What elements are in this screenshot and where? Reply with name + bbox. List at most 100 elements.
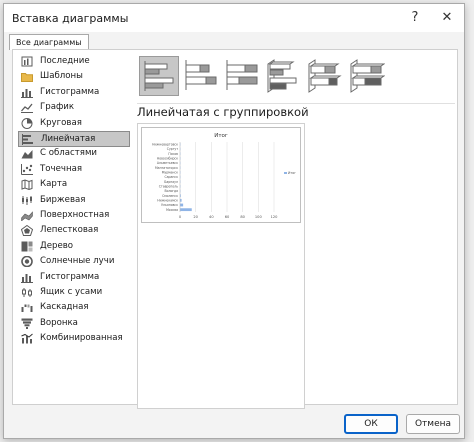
chart-xtick-label: 0 — [179, 215, 182, 219]
sidebar-item-label: Карта — [40, 179, 68, 190]
recent-icon — [21, 56, 33, 67]
sidebar-item-recent[interactable]: Последние — [18, 54, 130, 70]
subtype-3d-clustered-bar[interactable] — [264, 56, 304, 96]
chart-title: Итог — [214, 133, 228, 139]
sidebar-item-scatter-chart[interactable]: Точечная — [18, 162, 130, 178]
chart-category-label: Магнитогорск — [155, 166, 178, 170]
subtype-3d-stacked-bar[interactable] — [305, 56, 345, 96]
chart-category-label: Смоленск — [162, 194, 178, 198]
bar-chart-icon — [22, 134, 33, 145]
sidebar-item-treemap-chart[interactable]: Дерево — [18, 239, 130, 255]
stock-chart-icon — [22, 195, 32, 205]
sidebar-item-label: Поверхностная — [40, 210, 110, 220]
3d-stacked-bar-icon — [308, 59, 342, 93]
chart-category-label: Сургут — [167, 147, 178, 151]
surface-chart-icon — [21, 211, 33, 221]
chart-xtick-label: 60 — [225, 215, 230, 219]
map-chart-icon — [21, 179, 33, 191]
sidebar-item-label: Гистограмма — [40, 271, 100, 282]
sidebar-item-area-chart[interactable]: С областями — [18, 146, 130, 162]
area-chart-icon — [21, 150, 33, 159]
cancel-button[interactable]: Отмена — [406, 414, 460, 434]
subtype-100-stacked-bar[interactable] — [222, 56, 262, 96]
chart-legend-swatch — [284, 172, 287, 174]
sidebar-item-label: Воронка — [40, 317, 78, 328]
insert-chart-dialog: Вставка диаграммы ? ✕ Все диаграммы Посл… — [3, 3, 465, 439]
3d-clustered-bar-icon — [267, 59, 296, 93]
clustered-bar-icon — [144, 61, 174, 91]
sidebar-item-histogram-chart[interactable]: Гистограмма — [18, 270, 130, 286]
sidebar-item-stock-chart[interactable]: Биржевая — [18, 193, 130, 209]
chart-category-label: Нижневартовск — [152, 143, 178, 147]
chart-subtype-panel: Линейчатая с группировкой Итог 0 20 40 60 80 1… — [137, 54, 455, 409]
chart-category-label: Барнаул — [164, 180, 178, 184]
sidebar-item-label: Шаблоны — [40, 71, 83, 82]
dialog-title: Вставка диаграммы — [12, 12, 129, 25]
sidebar-item-label: Круговая — [40, 117, 82, 128]
sidebar-item-pie-chart[interactable]: Круговая — [18, 116, 130, 132]
sidebar-item-funnel-chart[interactable]: Воронка — [18, 316, 130, 332]
3d-100-stacked-bar-icon — [350, 59, 386, 93]
chart-preview-area: Итог 0 20 40 60 80 100 120 Нижневартовск Сургут Пс… — [137, 123, 305, 409]
chart-category-label: Псков — [168, 152, 178, 156]
sidebar-item-bar-chart[interactable]: Линейчатая — [18, 131, 130, 147]
subtype-stacked-bar[interactable] — [181, 56, 221, 96]
funnel-chart-icon — [21, 318, 33, 329]
subtype-clustered-bar[interactable] — [139, 56, 179, 96]
sidebar-item-sunburst-chart[interactable]: Солнечные лучи — [18, 254, 130, 270]
chart-category-label: Нижнекамск — [157, 199, 178, 203]
divider — [137, 103, 455, 104]
chart-category-label: Саранск — [164, 175, 178, 179]
sidebar-item-waterfall-chart[interactable]: Каскадная — [18, 300, 130, 316]
histogram-chart-icon — [21, 273, 33, 283]
radar-chart-icon — [21, 225, 33, 237]
line-chart-icon — [21, 103, 33, 114]
sidebar-item-box-whisker-chart[interactable]: Ящик с усами — [18, 285, 130, 301]
tab-all-charts[interactable]: Все диаграммы — [9, 34, 89, 50]
chart-category-label: Вологда — [164, 189, 178, 193]
sidebar-item-label: Точечная — [40, 163, 83, 174]
close-button[interactable]: ✕ — [436, 8, 458, 28]
combo-chart-icon — [21, 333, 33, 344]
column-chart-icon — [21, 88, 33, 98]
chart-bar — [180, 203, 184, 207]
sidebar-item-label: Комбинированная — [40, 333, 123, 344]
chart-category-label: Ставрополь — [159, 185, 178, 189]
sidebar-item-column-chart[interactable]: Гистограмма — [18, 85, 130, 101]
chart-xtick-label: 100 — [255, 215, 263, 219]
chart-preview-thumbnail[interactable]: Итог 0 20 40 60 80 100 120 Нижневартовск Сургут Пс… — [141, 127, 301, 223]
chart-xtick-label: 80 — [240, 215, 245, 219]
sidebar-item-radar-chart[interactable]: Лепестковая — [18, 223, 130, 239]
chart-bar — [180, 208, 192, 212]
sidebar-item-label: Биржевая — [40, 194, 86, 205]
sidebar-item-folder[interactable]: Шаблоны — [18, 69, 130, 85]
subtype-3d-100-stacked-bar[interactable] — [347, 56, 387, 96]
title-bar: Вставка диаграммы ? ✕ — [4, 4, 464, 32]
chart-category-label: Альметьевск — [157, 161, 178, 165]
help-button[interactable]: ? — [404, 8, 426, 28]
dialog-content: Последние Шаблоны Гистограмма График Кругова… — [12, 49, 458, 409]
subtype-gallery — [137, 54, 455, 98]
100-stacked-bar-icon — [226, 60, 258, 90]
sidebar-item-label: Каскадная — [40, 302, 89, 313]
chart-xtick-label: 40 — [209, 215, 214, 219]
tab-strip: Все диаграммы — [4, 32, 464, 50]
chart-category-label: Мурманск — [162, 171, 178, 175]
chart-category-label: Ульяновск — [161, 203, 178, 207]
scatter-chart-icon — [21, 163, 33, 175]
sidebar-item-surface-chart[interactable]: Поверхностная — [18, 208, 130, 224]
treemap-chart-icon — [21, 241, 33, 252]
chart-legend-label: Итог — [288, 171, 296, 175]
chart-category-label: Новосибирск — [157, 157, 178, 161]
sidebar-item-map-chart[interactable]: Карта — [18, 177, 130, 193]
sidebar-item-combo-chart[interactable]: Комбинированная — [18, 331, 130, 347]
sidebar-item-label: График — [40, 102, 75, 113]
sidebar-item-label: Лепестковая — [40, 225, 99, 236]
sidebar-item-label: Линейчатая — [41, 134, 96, 144]
chart-category-label: Москва — [166, 208, 178, 212]
chart-xtick-label: 120 — [271, 215, 279, 219]
sidebar-item-line-chart[interactable]: График — [18, 100, 130, 116]
dialog-footer: ОК Отмена — [4, 408, 464, 440]
ok-button[interactable]: ОК — [344, 414, 398, 434]
stacked-bar-icon — [185, 60, 216, 90]
